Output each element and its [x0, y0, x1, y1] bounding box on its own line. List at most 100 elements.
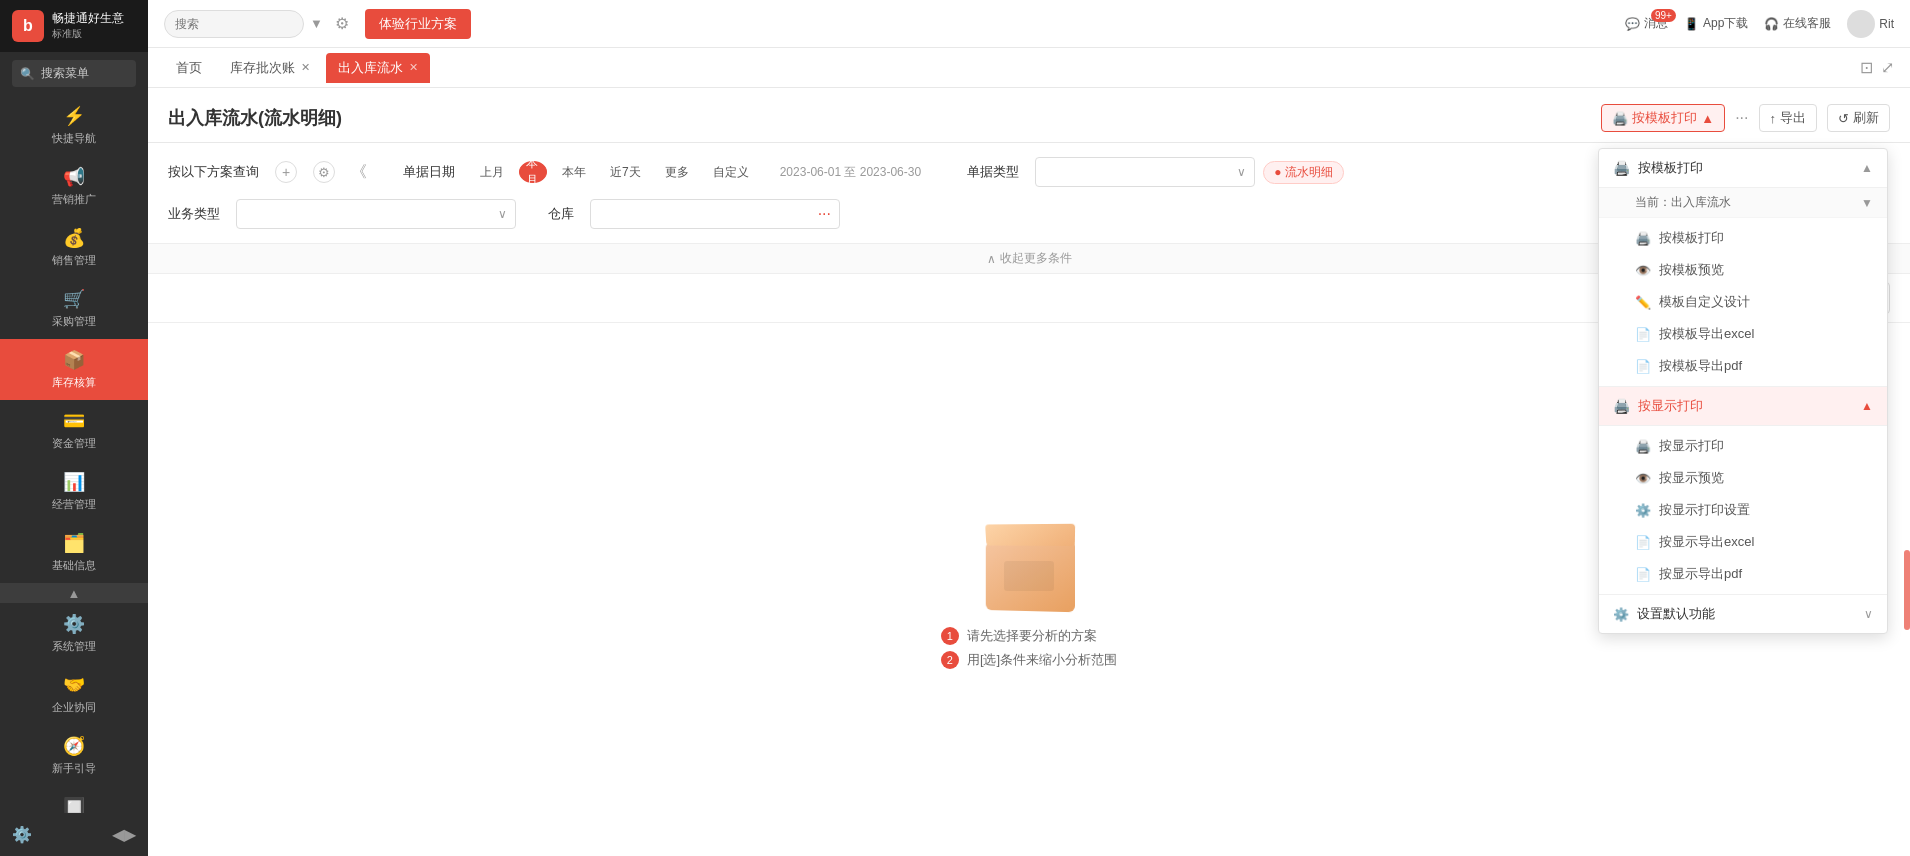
mobile-icon: 📱	[1684, 17, 1699, 31]
display-section-arrow: ▲	[1861, 399, 1873, 413]
filter-add-btn[interactable]: +	[275, 161, 297, 183]
purchase-icon: 🛒	[63, 288, 85, 310]
user-name: Rit	[1879, 17, 1894, 31]
topbar-settings-icon[interactable]: ⚙	[335, 14, 349, 33]
dropdown-template-custom[interactable]: ✏️ 模板自定义设计	[1599, 286, 1887, 318]
default-func-label: 设置默认功能	[1637, 605, 1715, 623]
sidebar-item-sales[interactable]: 💰 销售管理	[0, 217, 148, 278]
doc-type-select[interactable]: ∨	[1035, 157, 1255, 187]
user-menu[interactable]: Rit	[1847, 10, 1894, 38]
service-label: 在线客服	[1783, 15, 1831, 32]
dropdown-default-func[interactable]: ⚙️ 设置默认功能 ∨	[1599, 595, 1887, 633]
industry-solution-btn[interactable]: 体验行业方案	[365, 9, 471, 39]
tab-batch-account-close[interactable]: ✕	[301, 61, 310, 74]
app-download-label: App下载	[1703, 15, 1748, 32]
sidebar-item-quick-nav[interactable]: ⚡ 快捷导航	[0, 95, 148, 156]
dropdown-display-settings[interactable]: ⚙️ 按显示打印设置	[1599, 494, 1887, 526]
sales-icon: 💰	[63, 227, 85, 249]
dropdown-display-preview[interactable]: 👁️ 按显示预览	[1599, 462, 1887, 494]
dropdown-template-pdf[interactable]: 📄 按模板导出pdf	[1599, 350, 1887, 382]
current-template-label: 当前：出入库流水	[1635, 194, 1731, 211]
date-label: 单据日期	[403, 163, 455, 181]
export-icon: ↑	[1770, 111, 1777, 126]
tab-inout-flow[interactable]: 出入库流水 ✕	[326, 53, 430, 83]
sidebar-bottom: ⚙️ ◀▶	[0, 813, 148, 856]
dropdown-display-header[interactable]: 🖨️ 按显示打印 ▲	[1599, 387, 1887, 426]
tab-batch-account[interactable]: 库存批次账 ✕	[218, 53, 322, 83]
print-template-icon: 🖨️	[1613, 160, 1630, 176]
sidebar-item-system[interactable]: ⚙️ 系统管理	[0, 603, 148, 664]
user-avatar	[1847, 10, 1875, 38]
date-this-month[interactable]: 本月	[519, 161, 547, 183]
template-custom-icon: ✏️	[1635, 295, 1651, 310]
sidebar-item-purchase[interactable]: 🛒 采购管理	[0, 278, 148, 339]
notification-badge: 99+	[1651, 9, 1676, 22]
sidebar-item-app-center[interactable]: 🔲 应用中心	[0, 786, 148, 813]
display-excel-icon: 📄	[1635, 535, 1651, 550]
warehouse-select[interactable]: ···	[590, 199, 840, 229]
page-actions: 🖨️ 按模板打印 ▲ ··· ↑ 导出 ↺ 刷新	[1601, 104, 1890, 132]
export-btn[interactable]: ↑ 导出	[1759, 104, 1818, 132]
business-type-label: 业务类型	[168, 205, 220, 223]
sidebar-item-enterprise[interactable]: 🤝 企业协同	[0, 664, 148, 725]
online-service-btn[interactable]: 🎧 在线客服	[1764, 15, 1831, 32]
sidebar-item-inventory[interactable]: 📦 库存核算	[0, 339, 148, 400]
filter-settings-btn[interactable]: ⚙	[313, 161, 335, 183]
topbar-search-input[interactable]	[164, 10, 304, 38]
dropdown-template-preview[interactable]: 👁️ 按模板预览	[1599, 254, 1887, 286]
sidebar-item-guide[interactable]: 🧭 新手引导	[0, 725, 148, 786]
current-template-row[interactable]: 当前：出入库流水 ▼	[1599, 188, 1887, 218]
tab-batch-account-label: 库存批次账	[230, 59, 295, 77]
dropdown-display-header-left: 🖨️ 按显示打印	[1613, 397, 1703, 415]
sidebar-scroll-up[interactable]: ▲	[0, 583, 148, 603]
sidebar-item-basic-info[interactable]: 🗂️ 基础信息	[0, 522, 148, 583]
print-template-btn[interactable]: 🖨️ 按模板打印 ▲	[1601, 104, 1725, 132]
purchase-label: 采购管理	[52, 314, 96, 329]
empty-illustration	[969, 511, 1089, 611]
dropdown-display-print[interactable]: 🖨️ 按显示打印	[1599, 430, 1887, 462]
date-range-display: 2023-06-01 至 2023-06-30	[780, 164, 921, 181]
refresh-btn[interactable]: ↺ 刷新	[1827, 104, 1890, 132]
business-type-select[interactable]: ∨	[236, 199, 516, 229]
dropdown-template-print[interactable]: 🖨️ 按模板打印	[1599, 222, 1887, 254]
date-last-month[interactable]: 上月	[471, 161, 513, 184]
inventory-icon: 📦	[63, 349, 85, 371]
dropdown-template-header[interactable]: 🖨️ 按模板打印 ▲	[1599, 149, 1887, 188]
default-func-arrow: ∨	[1864, 607, 1873, 621]
enterprise-label: 企业协同	[52, 700, 96, 715]
search-menu-button[interactable]: 🔍 搜索菜单	[12, 60, 136, 87]
tag-label: 流水明细	[1285, 164, 1333, 181]
page-title: 出入库流水(流水明细)	[168, 106, 342, 130]
sidebar-item-finance[interactable]: 💳 资金管理	[0, 400, 148, 461]
system-icon: ⚙️	[63, 613, 85, 635]
tab-inout-flow-close[interactable]: ✕	[409, 61, 418, 74]
template-items-group: 🖨️ 按模板打印 👁️ 按模板预览 ✏️ 模板自定义设计 📄 按模板导出exce…	[1599, 218, 1887, 387]
dropdown-template-header-left: 🖨️ 按模板打印	[1613, 159, 1703, 177]
display-print-icon: 🖨️	[1613, 398, 1630, 414]
filter-collapse-btn[interactable]: 《	[351, 162, 367, 183]
sidebar-settings-btn[interactable]: ⚙️	[12, 825, 32, 844]
sidebar-item-marketing[interactable]: 📢 营销推广	[0, 156, 148, 217]
dropdown-template-excel[interactable]: 📄 按模板导出excel	[1599, 318, 1887, 350]
print-more-icon[interactable]: ···	[1735, 109, 1748, 127]
date-this-year[interactable]: 本年	[553, 161, 595, 184]
template-custom-label: 模板自定义设计	[1659, 293, 1750, 311]
dropdown-display-excel[interactable]: 📄 按显示导出excel	[1599, 526, 1887, 558]
warehouse-more-btn[interactable]: ···	[818, 205, 831, 223]
date-custom[interactable]: 自定义	[704, 161, 758, 184]
dropdown-display-pdf[interactable]: 📄 按显示导出pdf	[1599, 558, 1887, 590]
finance-icon: 💳	[63, 410, 85, 432]
topbar-search-dropdown[interactable]: ▼	[310, 16, 323, 31]
operation-label: 经营管理	[52, 497, 96, 512]
sidebar-item-operation[interactable]: 📊 经营管理	[0, 461, 148, 522]
tab-restore-btn[interactable]: ⊡	[1860, 58, 1873, 77]
app-download-btn[interactable]: 📱 App下载	[1684, 15, 1748, 32]
sidebar-collapse-btn[interactable]: ◀▶	[112, 825, 136, 844]
tab-maximize-btn[interactable]: ⤢	[1881, 58, 1894, 77]
notification-btn[interactable]: 💬 消息 99+	[1625, 15, 1668, 32]
tab-home[interactable]: 首页	[164, 53, 214, 83]
collapse-conditions-btn[interactable]: ∧ 收起更多条件	[987, 250, 1072, 267]
date-more[interactable]: 更多	[656, 161, 698, 184]
date-7days[interactable]: 近7天	[601, 161, 650, 184]
active-filter-tag[interactable]: ● 流水明细	[1263, 161, 1344, 184]
